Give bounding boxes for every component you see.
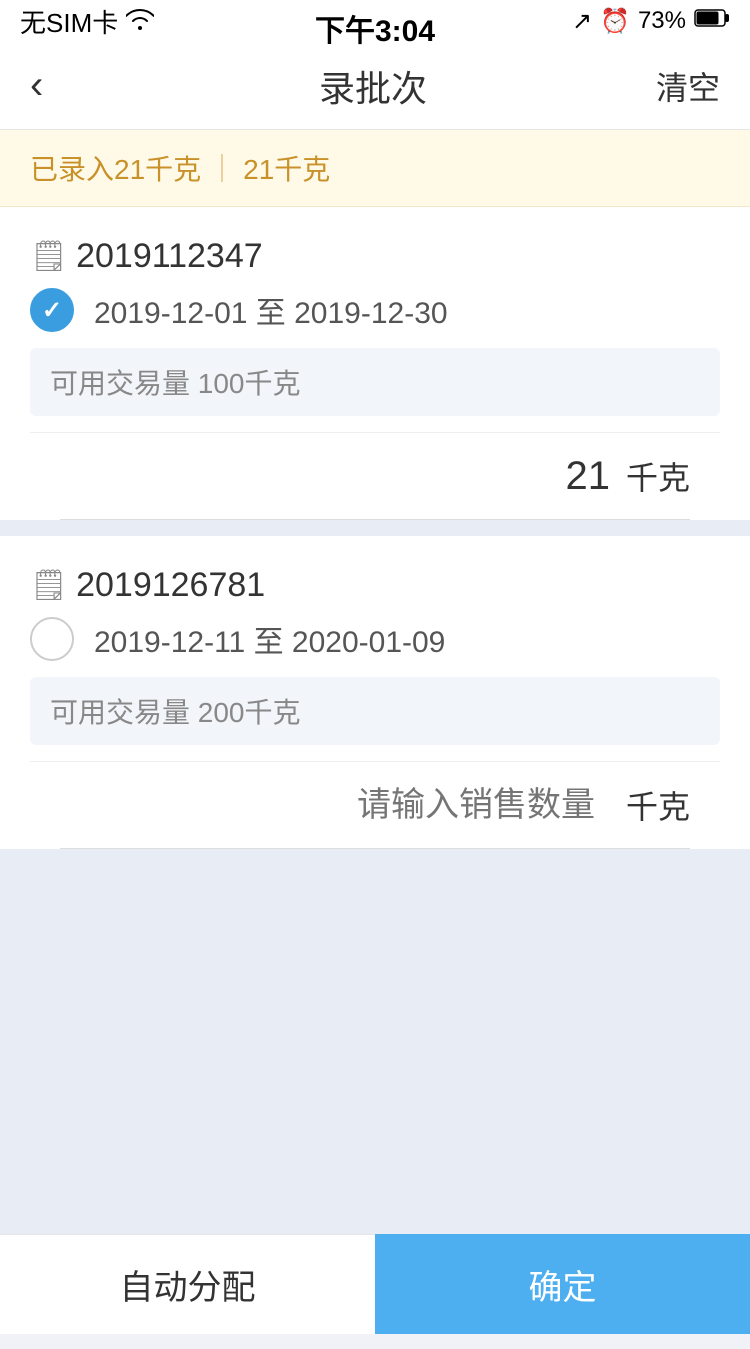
info-banner: 已录入21千克 21千克 [0, 130, 750, 207]
radio-checked-1[interactable] [30, 288, 74, 332]
total-label: 21千克 [243, 148, 330, 188]
available-qty-1: 可用交易量 100千克 [30, 348, 720, 416]
qty-value-1: 21 [565, 454, 610, 499]
doc-icon-2: 🗒 [30, 568, 68, 603]
bottom-area [0, 849, 750, 1249]
alarm-icon: ⏰ [600, 7, 630, 36]
batch-card-1: 🗒 2019112347 2019-12-01 至 2019-12-30 可用交… [0, 207, 750, 520]
batch-id-2: 2019126781 [76, 566, 265, 605]
card-row-2: 2019-12-11 至 2020-01-09 [30, 617, 720, 661]
available-qty-2: 可用交易量 200千克 [30, 677, 720, 745]
doc-icon-1: 🗒 [30, 239, 68, 274]
auto-distribute-button[interactable]: 自动分配 [0, 1234, 375, 1334]
section-divider [0, 520, 750, 536]
card-row-1: 2019-12-01 至 2019-12-30 [30, 288, 720, 332]
unit-label-1: 千克 [626, 453, 690, 499]
recorded-label: 已录入21千克 [30, 148, 201, 188]
back-button[interactable]: ‹ [30, 63, 90, 108]
date-range-1: 2019-12-01 至 2019-12-30 [94, 288, 448, 332]
status-right: ↗ ⏰ 73% [572, 7, 730, 36]
info-divider [221, 154, 223, 182]
input-area-1: 21 千克 [30, 432, 720, 519]
battery-icon [694, 7, 730, 35]
input-area-2: 千克 [30, 761, 720, 848]
battery-text: 73% [638, 7, 686, 35]
status-time: 下午3:04 [315, 6, 435, 50]
page-title: 录批次 [319, 60, 427, 112]
clear-button[interactable]: 清空 [656, 63, 720, 109]
carrier-text: 无SIM卡 [20, 3, 118, 40]
qty-input-2[interactable] [60, 786, 610, 825]
card-header-2: 🗒 2019126781 [30, 566, 720, 605]
nav-bar: ‹ 录批次 清空 [0, 42, 750, 130]
location-icon: ↗ [572, 7, 592, 36]
date-range-2: 2019-12-11 至 2020-01-09 [94, 617, 445, 661]
confirm-button[interactable]: 确定 [375, 1234, 750, 1334]
card-header-1: 🗒 2019112347 [30, 237, 720, 276]
status-left: 无SIM卡 [20, 3, 154, 40]
wifi-icon [126, 6, 154, 37]
batch-id-1: 2019112347 [76, 237, 263, 276]
unit-label-2: 千克 [626, 782, 690, 828]
status-bar: 无SIM卡 下午3:04 ↗ ⏰ 73% [0, 0, 750, 42]
radio-unchecked-2[interactable] [30, 617, 74, 661]
batch-card-2: 🗒 2019126781 2019-12-11 至 2020-01-09 可用交… [0, 536, 750, 849]
footer: 自动分配 确定 [0, 1234, 750, 1334]
